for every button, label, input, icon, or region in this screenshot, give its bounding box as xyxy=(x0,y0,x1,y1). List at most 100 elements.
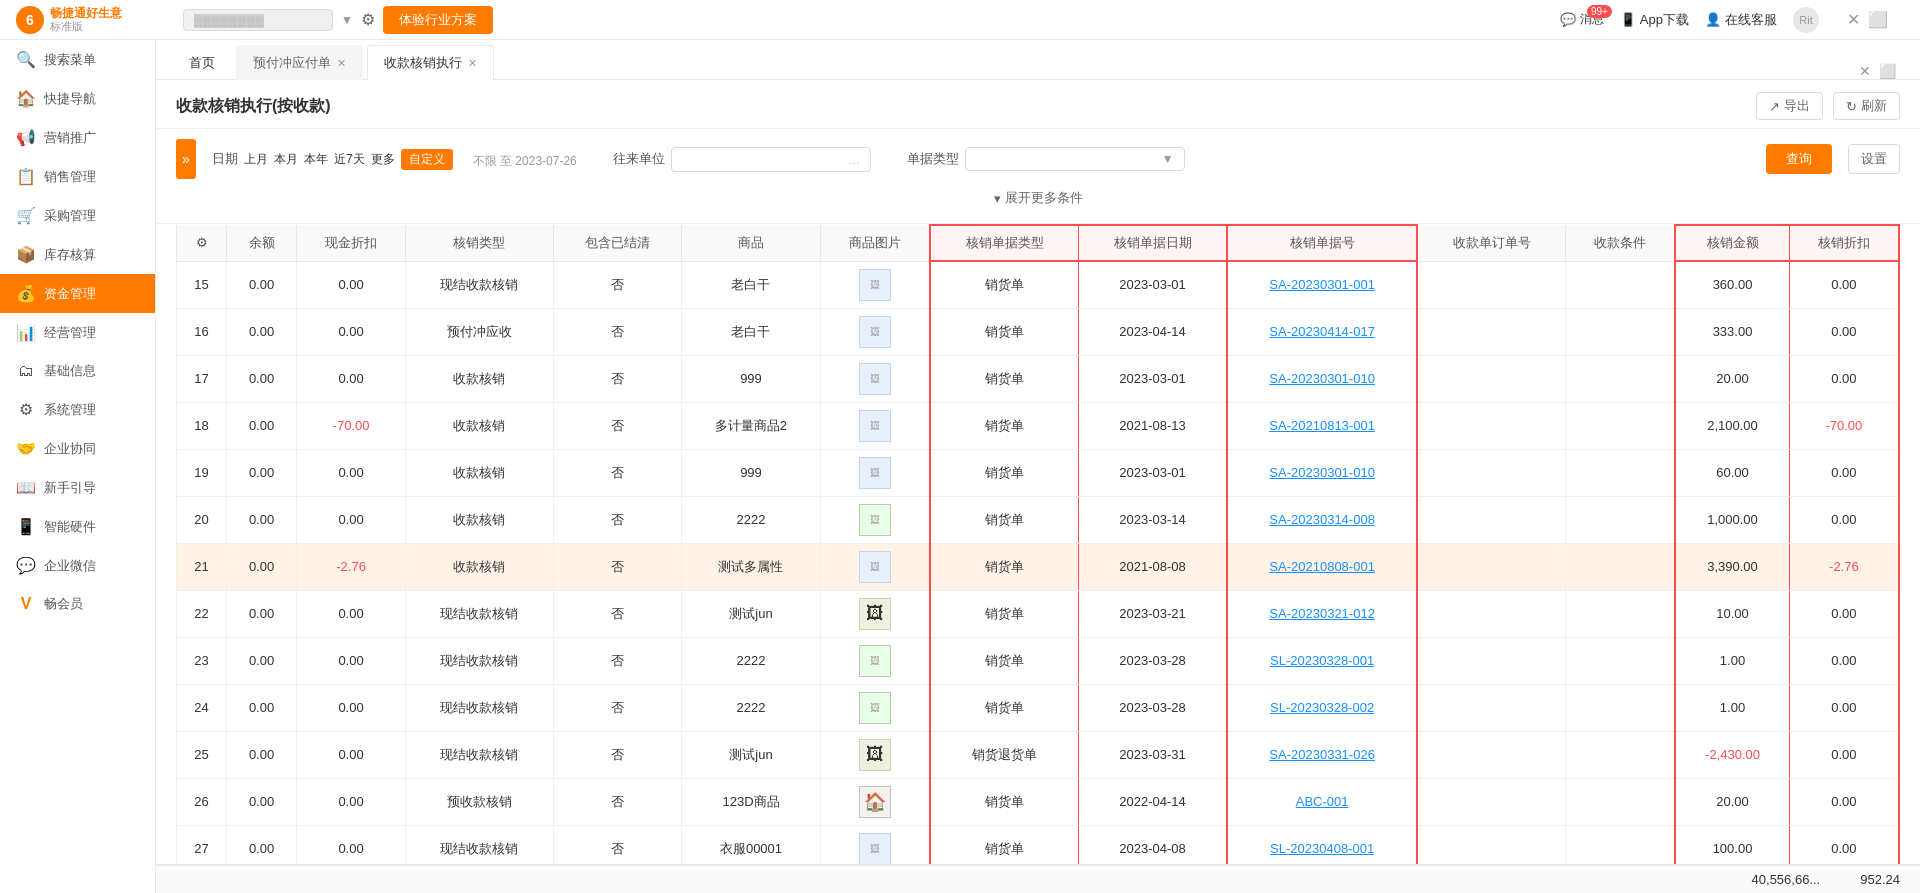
tab-receipt-close[interactable]: ✕ xyxy=(468,57,477,70)
sidebar-item-marketing[interactable]: 📢 营销推广 xyxy=(0,118,155,157)
filter-settings-btn[interactable]: 设置 xyxy=(1848,144,1900,174)
filter-area: » 日期 上月 本月 本年 近7天 更多 自定义 不限 至 2023-07-26… xyxy=(156,129,1920,224)
doc-no-link[interactable]: SA-20230321-012 xyxy=(1269,606,1375,621)
user-avatar[interactable]: Rit xyxy=(1793,7,1819,33)
row-verify-doc-no[interactable]: SL-20230408-001 xyxy=(1227,825,1417,864)
row-cash-discount: 0.00 xyxy=(297,825,406,864)
doc-no-link[interactable]: SA-20230314-008 xyxy=(1269,512,1375,527)
row-verify-doc-no[interactable]: SA-20230301-010 xyxy=(1227,355,1417,402)
sidebar-item-label: 搜索菜单 xyxy=(44,51,96,69)
search-icon: 🔍 xyxy=(16,50,36,69)
home-icon: 🏠 xyxy=(16,89,36,108)
row-verify-doc-no[interactable]: SA-20230414-017 xyxy=(1227,308,1417,355)
row-verify-doc-no[interactable]: SA-20210813-001 xyxy=(1227,402,1417,449)
row-balance: 0.00 xyxy=(227,449,297,496)
maximize-window-btn[interactable]: ⬜ xyxy=(1868,10,1888,29)
row-include-settled: 否 xyxy=(553,355,681,402)
close-window-btn[interactable]: ✕ xyxy=(1847,10,1860,29)
col-settings-header[interactable]: ⚙ xyxy=(177,225,227,261)
row-verify-doc-no[interactable]: SA-20230301-001 xyxy=(1227,261,1417,308)
more-link[interactable]: 更多 xyxy=(371,151,395,168)
row-receipt-condition xyxy=(1566,543,1676,590)
row-verify-doc-no[interactable]: SA-20230314-008 xyxy=(1227,496,1417,543)
row-verify-doc-no[interactable]: SA-20230301-010 xyxy=(1227,449,1417,496)
doc-no-link[interactable]: ABC-001 xyxy=(1296,794,1349,809)
row-receipt-order-no xyxy=(1417,496,1565,543)
col-receipt-order-no-header: 收款单订单号 xyxy=(1417,225,1565,261)
row-verify-type: 收款核销 xyxy=(406,402,554,449)
doc-no-link[interactable]: SL-20230328-001 xyxy=(1270,653,1374,668)
filter-collapse-btn[interactable]: » xyxy=(176,139,196,179)
tab-receipt[interactable]: 收款核销执行 ✕ xyxy=(367,45,494,80)
last-month-link[interactable]: 上月 xyxy=(244,151,268,168)
total-amount-label: 40,556,66... xyxy=(1752,872,1821,887)
industry-btn[interactable]: 体验行业方案 xyxy=(383,6,493,34)
doc-no-link[interactable]: SA-20210808-001 xyxy=(1269,559,1375,574)
settings-icon[interactable]: ⚙ xyxy=(361,10,375,29)
app-download[interactable]: 📱 App下载 xyxy=(1620,11,1689,29)
sidebar-item-collab[interactable]: 🤝 企业协同 xyxy=(0,429,155,468)
doc-no-link[interactable]: SA-20210813-001 xyxy=(1269,418,1375,433)
row-verify-doc-no[interactable]: SL-20230328-002 xyxy=(1227,684,1417,731)
tab-home[interactable]: 首页 xyxy=(172,45,232,80)
row-product: 老白干 xyxy=(681,261,820,308)
tab-close-all-btn[interactable]: ✕ xyxy=(1859,63,1871,79)
row-balance: 0.00 xyxy=(227,496,297,543)
row-verify-doc-date: 2023-03-28 xyxy=(1079,684,1227,731)
sidebar-item-member[interactable]: V 畅会员 xyxy=(0,585,155,623)
tab-prepay-close[interactable]: ✕ xyxy=(337,57,346,70)
refresh-btn[interactable]: ↻ 刷新 xyxy=(1833,92,1900,120)
row-verify-doc-type: 销货单 xyxy=(930,449,1078,496)
sidebar-item-purchase[interactable]: 🛒 采购管理 xyxy=(0,196,155,235)
sidebar-item-wechat[interactable]: 💬 企业微信 xyxy=(0,546,155,585)
row-verify-doc-no[interactable]: ABC-001 xyxy=(1227,778,1417,825)
recent7-link[interactable]: 近7天 xyxy=(334,151,365,168)
tab-maximize-btn[interactable]: ⬜ xyxy=(1879,63,1896,79)
sidebar-item-operation[interactable]: 📊 经营管理 xyxy=(0,313,155,352)
row-verify-doc-no[interactable]: SA-20230321-012 xyxy=(1227,590,1417,637)
row-receipt-condition xyxy=(1566,778,1676,825)
row-verify-doc-no[interactable]: SA-20210808-001 xyxy=(1227,543,1417,590)
row-product-img: 🖼 xyxy=(821,543,931,590)
export-btn[interactable]: ↗ 导出 xyxy=(1756,92,1823,120)
sidebar-item-search[interactable]: 🔍 搜索菜单 xyxy=(0,40,155,79)
sidebar-item-smarthw[interactable]: 📱 智能硬件 xyxy=(0,507,155,546)
row-receipt-condition xyxy=(1566,449,1676,496)
inventory-icon: 📦 xyxy=(16,245,36,264)
doc-no-link[interactable]: SA-20230301-001 xyxy=(1269,277,1375,292)
sidebar-item-inventory[interactable]: 📦 库存核算 xyxy=(0,235,155,274)
sidebar-item-newguide[interactable]: 📖 新手引导 xyxy=(0,468,155,507)
sidebar-item-quicknav[interactable]: 🏠 快捷导航 xyxy=(0,79,155,118)
tab-prepay[interactable]: 预付冲应付单 ✕ xyxy=(236,45,363,80)
doc-no-link[interactable]: SL-20230328-002 xyxy=(1270,700,1374,715)
doc-no-link[interactable]: SA-20230331-026 xyxy=(1269,747,1375,762)
row-verify-doc-no[interactable]: SA-20230331-026 xyxy=(1227,731,1417,778)
doc-no-link[interactable]: SA-20230414-017 xyxy=(1269,324,1375,339)
online-service[interactable]: 👤 在线客服 xyxy=(1705,11,1777,29)
row-balance: 0.00 xyxy=(227,308,297,355)
this-year-link[interactable]: 本年 xyxy=(304,151,328,168)
row-verify-amount: 20.00 xyxy=(1675,778,1789,825)
company-dropdown-arrow[interactable]: ▼ xyxy=(341,13,353,27)
column-settings-icon[interactable]: ⚙ xyxy=(196,235,208,250)
sidebar-item-sales[interactable]: 📋 销售管理 xyxy=(0,157,155,196)
row-verify-doc-no[interactable]: SL-20230328-001 xyxy=(1227,637,1417,684)
doc-no-link[interactable]: SL-20230408-001 xyxy=(1270,841,1374,856)
doctype-select[interactable]: ▼ xyxy=(965,147,1185,171)
row-verify-type: 现结收款核销 xyxy=(406,825,554,864)
query-btn[interactable]: 查询 xyxy=(1766,144,1832,174)
sidebar-item-system[interactable]: ⚙ 系统管理 xyxy=(0,390,155,429)
row-product: 测试jun xyxy=(681,590,820,637)
doc-no-link[interactable]: SA-20230301-010 xyxy=(1269,465,1375,480)
doc-no-link[interactable]: SA-20230301-010 xyxy=(1269,371,1375,386)
counterpart-input[interactable]: ... xyxy=(671,147,871,172)
sidebar-item-basic[interactable]: 🗂 基础信息 xyxy=(0,352,155,390)
this-month-link[interactable]: 本月 xyxy=(274,151,298,168)
col-balance-header: 余额 xyxy=(227,225,297,261)
notification-area[interactable]: 💬 消息 99+ xyxy=(1560,11,1604,28)
custom-date-btn[interactable]: 自定义 xyxy=(401,149,453,170)
row-verify-amount: 60.00 xyxy=(1675,449,1789,496)
expand-conditions-btn[interactable]: ▾ 展开更多条件 xyxy=(994,189,1083,207)
sidebar-item-funds[interactable]: 💰 资金管理 xyxy=(0,274,155,313)
company-selector[interactable]: ▓▓▓▓▓▓▓▓ xyxy=(183,9,333,31)
